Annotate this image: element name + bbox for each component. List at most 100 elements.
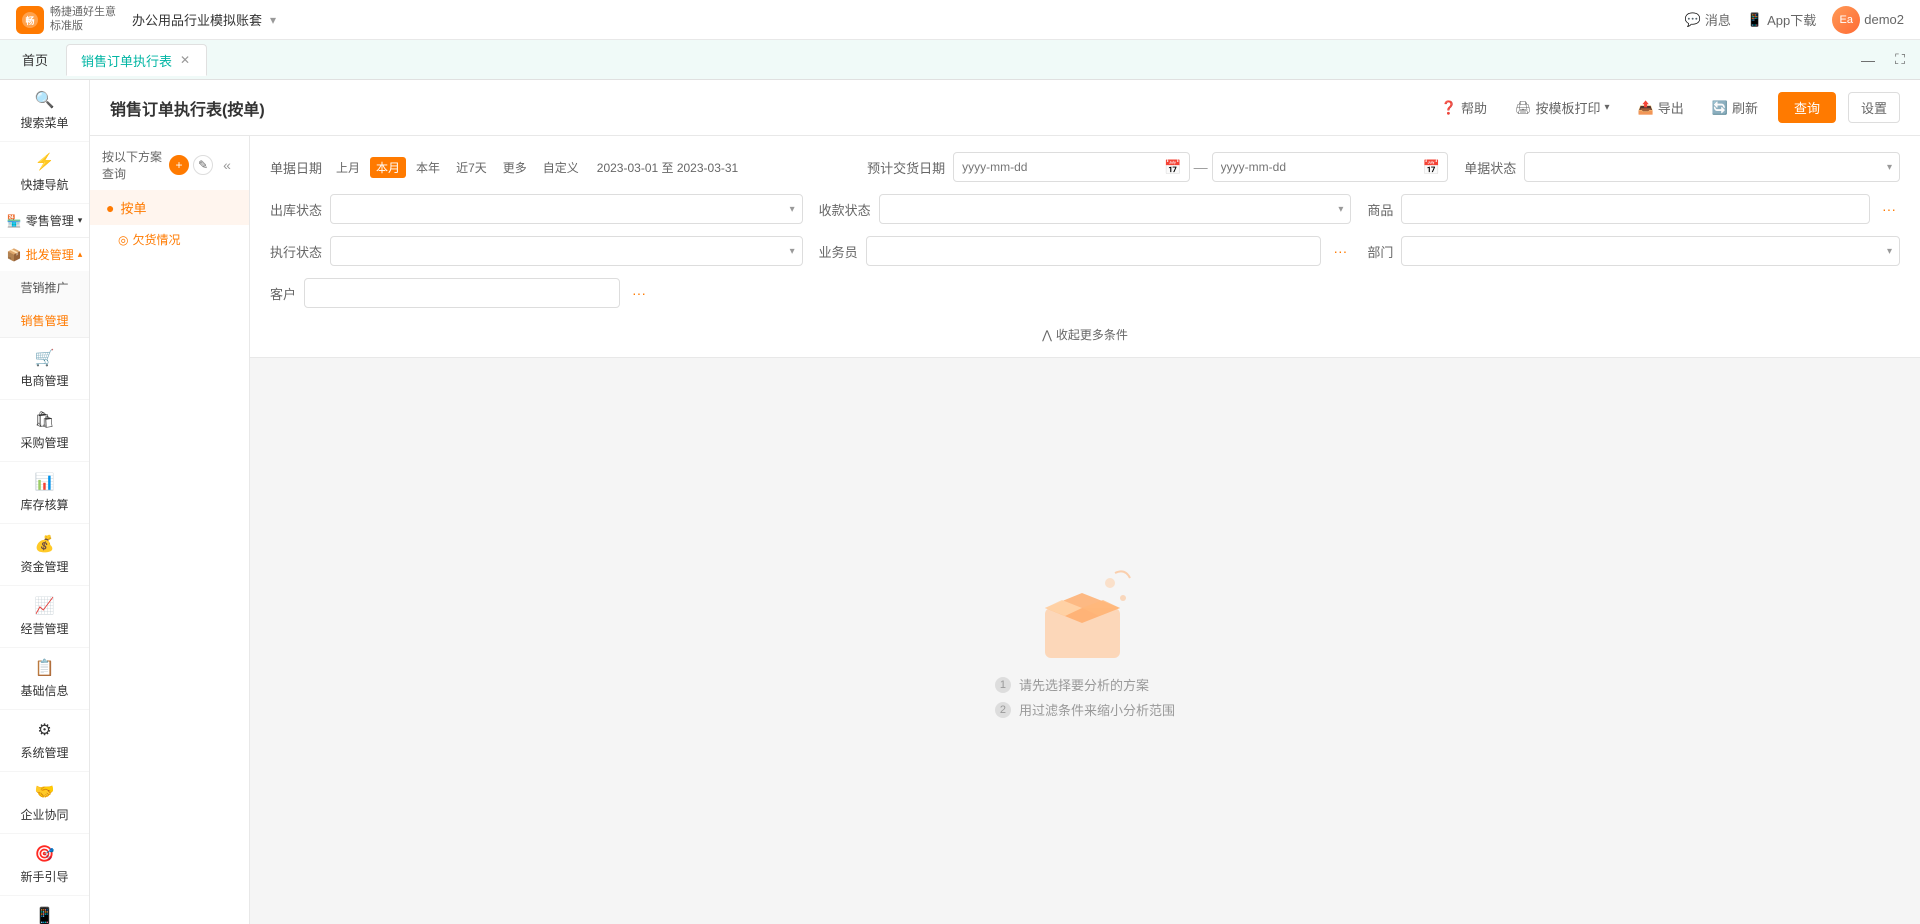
guide-icon: 🎯 [35, 844, 55, 864]
product-label: 商品 [1367, 200, 1393, 219]
customer-dots-btn[interactable]: ··· [628, 285, 650, 301]
retail-icon: 🏪 [7, 214, 22, 228]
product-dots-btn[interactable]: ··· [1878, 201, 1900, 217]
tab-close-icon[interactable]: ✕ [178, 53, 192, 67]
breadcrumb-arrow[interactable]: ▾ [270, 13, 276, 27]
quick-date-7days[interactable]: 近7天 [450, 157, 493, 178]
sub-scheme-欠货情况[interactable]: ◎ 欠货情况 [90, 225, 249, 254]
sidebar-item-inventory[interactable]: 📊 库存核算 [0, 462, 89, 524]
department-wrapper: ▾ [1401, 236, 1900, 266]
delivery-status-wrapper: ▾ [330, 194, 803, 224]
sidebar-item-guide[interactable]: 🎯 新手引导 [0, 834, 89, 896]
sidebar-item-finance[interactable]: 💰 资金管理 [0, 524, 89, 586]
department-label: 部门 [1367, 242, 1393, 261]
delivery-status-label: 出库状态 [270, 200, 322, 219]
collapse-filter-icon: ⋀ [1042, 328, 1052, 342]
left-panel-header: 按以下方案查询 + ✎ « [90, 148, 249, 190]
add-scheme-btn[interactable]: + [169, 155, 189, 175]
collapse-panel-btn[interactable]: « [217, 155, 237, 175]
department-select[interactable] [1401, 236, 1900, 266]
scheme-item-按单[interactable]: ● 按单 [90, 190, 249, 225]
corp-icon: 🤝 [35, 782, 55, 802]
filter-row-1: 单据日期 上月 本月 本年 近7天 更多 自定义 2023-03-01 至 20… [270, 152, 1900, 182]
quick-nav-icon: ⚡ [35, 152, 55, 172]
sidebar-item-purchase[interactable]: 🛍 采购管理 [0, 400, 89, 462]
sidebar-item-marketing[interactable]: 营销推广 [0, 271, 89, 304]
export-icon: 📤 [1638, 100, 1654, 116]
collapse-filter-btn[interactable]: ⋀ 收起更多条件 [270, 320, 1900, 349]
sidebar-item-quick-nav[interactable]: ⚡ 快捷导航 [0, 142, 89, 204]
quick-date-btns: 上月 本月 本年 近7天 更多 自定义 [330, 157, 585, 178]
quick-date-this-month[interactable]: 本月 [370, 157, 406, 178]
settings-btn[interactable]: 设置 [1848, 92, 1900, 123]
quick-date-last-month[interactable]: 上月 [330, 157, 366, 178]
delivery-status-select[interactable] [330, 194, 803, 224]
sidebar-item-retail[interactable]: 🏪 零售管理 ▾ [0, 204, 89, 237]
exec-status-select[interactable] [330, 236, 803, 266]
edit-scheme-btn[interactable]: ✎ [193, 155, 213, 175]
date-separator: — [1194, 159, 1208, 175]
template-print-btn[interactable]: 🖨 按模板打印 ▾ [1507, 94, 1618, 121]
page-title: 销售订单执行表(按单) [110, 96, 265, 132]
main-layout: 🔍 搜索菜单 ⚡ 快捷导航 🏪 零售管理 ▾ 📦 批发管理 ▴ 营销推广 [0, 80, 1920, 924]
filter-group-customer: 客户 ··· [270, 278, 650, 308]
export-btn[interactable]: 📤 导出 [1630, 94, 1692, 121]
customer-input[interactable] [304, 278, 620, 308]
tab-sales-exec[interactable]: 销售订单执行表 ✕ [66, 44, 207, 76]
logo-text: 畅捷通好生意 标准版 [50, 6, 116, 32]
purchase-icon: 🛍 [34, 410, 54, 430]
delivery-date-end-wrapper: 📅 [1212, 152, 1449, 182]
message-btn[interactable]: 💬 消息 [1685, 10, 1731, 29]
single-status-select[interactable] [1524, 152, 1900, 182]
chevron-up-icon: ▴ [78, 249, 83, 260]
sidebar-item-apps[interactable]: 📱 应用中心 [0, 896, 89, 924]
add-icon: + [175, 158, 182, 172]
empty-tip-2: 2 用过滤条件来缩小分析范围 [995, 700, 1175, 719]
sidebar-item-corp[interactable]: 🤝 企业协同 [0, 772, 89, 834]
header-right: 💬 消息 📱 App下载 Ea demo2 [1685, 6, 1904, 34]
filter-group-salesperson: 业务员 ··· [819, 236, 1352, 266]
filter-row-4: 客户 ··· [270, 278, 1900, 308]
customer-label: 客户 [270, 284, 296, 303]
search-btn[interactable]: 查询 [1778, 92, 1836, 123]
wholesale-icon: 📦 [7, 248, 22, 262]
sidebar-item-system[interactable]: ⚙ 系统管理 [0, 710, 89, 772]
filter-group-delivery-status: 出库状态 ▾ [270, 194, 803, 224]
delivery-date-end[interactable] [1212, 152, 1449, 182]
sidebar-item-wholesale[interactable]: 📦 批发管理 ▴ [0, 238, 89, 271]
sidebar-item-basic[interactable]: 📋 基础信息 [0, 648, 89, 710]
user-area[interactable]: Ea demo2 [1832, 6, 1904, 34]
finance-icon: 💰 [35, 534, 55, 554]
filter-row-2: 出库状态 ▾ 收款状态 [270, 194, 1900, 224]
delivery-date-start-wrapper: 📅 [953, 152, 1190, 182]
filter-area: 单据日期 上月 本月 本年 近7天 更多 自定义 2023-03-01 至 20… [250, 136, 1920, 358]
quick-date-more[interactable]: 更多 [497, 157, 533, 178]
sidebar-item-search-menu[interactable]: 🔍 搜索菜单 [0, 80, 89, 142]
help-btn[interactable]: ❓ 帮助 [1433, 94, 1495, 121]
search-icon: 🔍 [35, 90, 55, 110]
collapse-icon: « [223, 157, 231, 173]
tab-minimize-btn[interactable]: — [1856, 48, 1880, 72]
tab-home[interactable]: 首页 [8, 44, 62, 76]
tab-bar: 首页 销售订单执行表 ✕ — ⛶ [0, 40, 1920, 80]
salesperson-dots-btn[interactable]: ··· [1329, 243, 1351, 259]
quick-date-this-year[interactable]: 本年 [410, 157, 446, 178]
product-input[interactable] [1401, 194, 1870, 224]
app-download-btn[interactable]: 📱 App下载 [1747, 10, 1816, 29]
exec-status-wrapper: ▾ [330, 236, 803, 266]
sidebar-group-wholesale: 📦 批发管理 ▴ 营销推广 销售管理 [0, 238, 89, 338]
filter-group-exec-status: 执行状态 ▾ [270, 236, 803, 266]
download-icon: 📱 [1747, 12, 1763, 28]
sub-scheme-icon: ◎ [118, 233, 128, 247]
salesperson-input[interactable] [866, 236, 1322, 266]
delivery-date-start[interactable] [953, 152, 1190, 182]
sidebar-item-ecommerce[interactable]: 🛒 电商管理 [0, 338, 89, 400]
quick-date-custom[interactable]: 自定义 [537, 157, 585, 178]
tab-expand-btn[interactable]: ⛶ [1888, 48, 1912, 72]
filter-group-collection-status: 收款状态 ▾ [819, 194, 1352, 224]
collection-status-select[interactable] [879, 194, 1352, 224]
date-range-display: 2023-03-01 至 2023-03-31 [597, 159, 738, 176]
sidebar-item-sales[interactable]: 销售管理 [0, 304, 89, 337]
sidebar-item-operations[interactable]: 📈 经营管理 [0, 586, 89, 648]
refresh-btn[interactable]: 🔄 刷新 [1704, 94, 1766, 121]
